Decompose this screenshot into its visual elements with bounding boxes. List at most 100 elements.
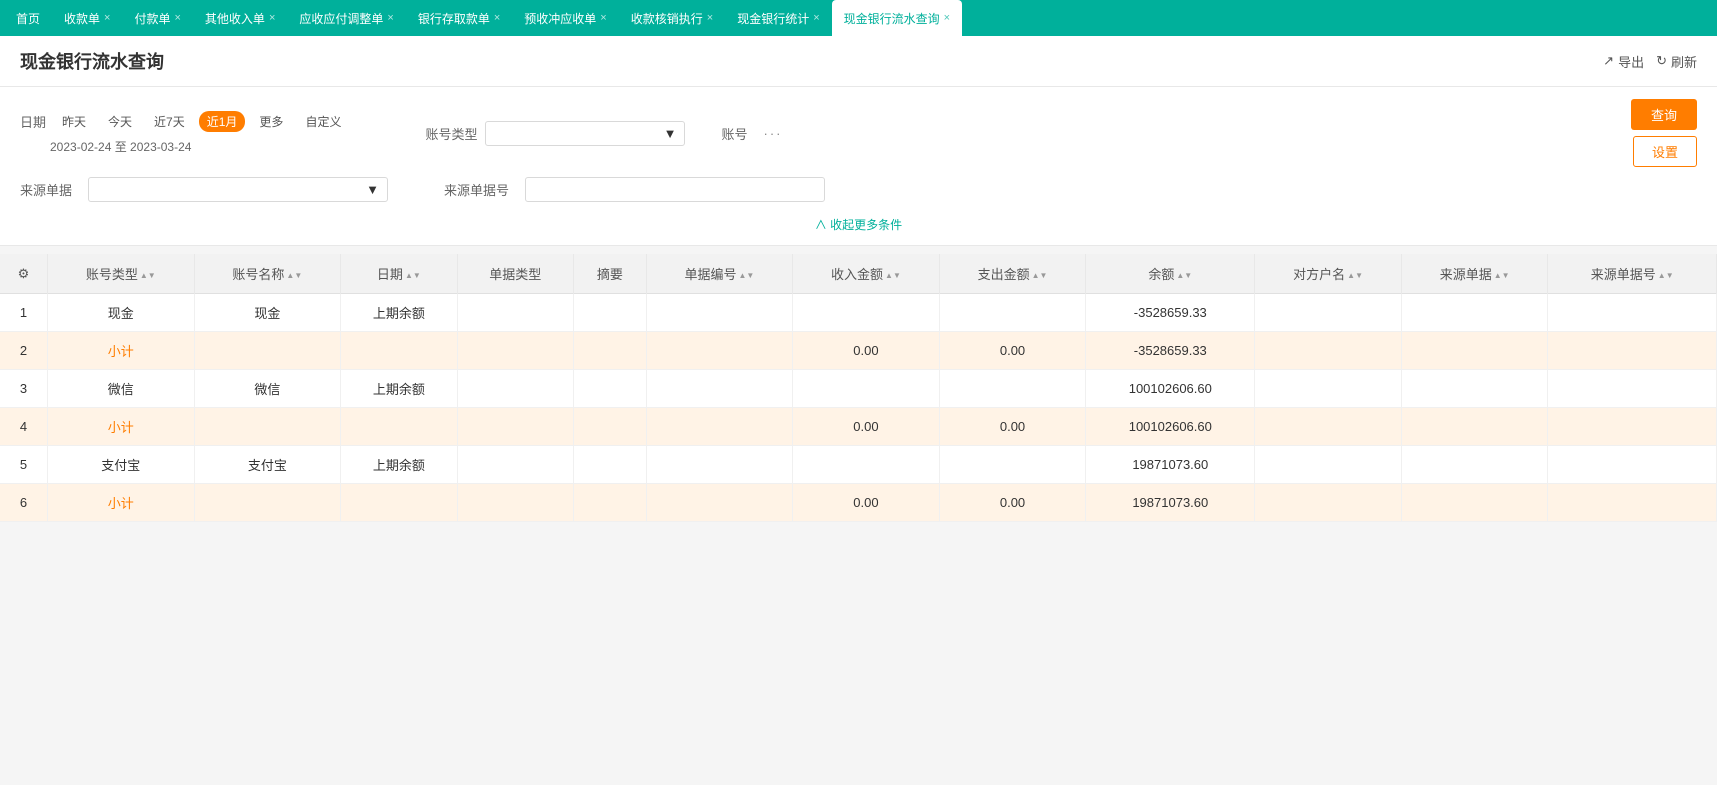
table-row: 2小计0.000.00-3528659.33: [0, 332, 1717, 370]
date-filter-group: 日期 昨天 今天 近7天 近1月 更多 自定义 2023-02-24 至 202…: [20, 111, 349, 155]
nav-tab-verify[interactable]: 收款核销执行 ×: [619, 0, 725, 36]
close-icon[interactable]: ×: [494, 12, 500, 24]
nav-tab-advance[interactable]: 预收冲应收单 ×: [512, 0, 618, 36]
header-actions: ↗ 导出 ↻ 刷新: [1603, 52, 1697, 71]
date-btn-1month[interactable]: 近1月: [199, 111, 246, 132]
cell-expense: 0.00: [939, 484, 1086, 522]
source-doc-group: 来源单据 ▼: [20, 177, 388, 202]
cell-balance: 100102606.60: [1086, 408, 1255, 446]
cell-source-doc: [1401, 332, 1548, 370]
cell-account-name: 现金: [194, 294, 341, 332]
cell-source-doc-no: [1548, 484, 1717, 522]
close-icon[interactable]: ×: [813, 12, 819, 24]
cell-source-doc: [1401, 370, 1548, 408]
source-doc-num-group: 来源单据号: [444, 177, 825, 202]
cell-account-type: 现金: [48, 294, 195, 332]
nav-tab-stats[interactable]: 现金银行统计 ×: [725, 0, 831, 36]
filter-row-1: 日期 昨天 今天 近7天 近1月 更多 自定义 2023-02-24 至 202…: [20, 99, 1697, 167]
col-account-type[interactable]: 账号类型▲▼: [48, 254, 195, 294]
cell-account-name: [194, 408, 341, 446]
cell-doc-type: [457, 484, 573, 522]
nav-tab-home[interactable]: 首页: [4, 0, 52, 36]
close-icon[interactable]: ×: [269, 12, 275, 24]
chevron-down-icon: ▼: [366, 182, 379, 197]
account-type-select[interactable]: ▼: [485, 121, 685, 146]
cell-doc-no: [646, 446, 793, 484]
cell-account-name: [194, 484, 341, 522]
date-btn-today[interactable]: 今天: [100, 111, 140, 132]
close-icon[interactable]: ×: [174, 12, 180, 24]
col-expense[interactable]: 支出金额▲▼: [939, 254, 1086, 294]
action-buttons: 查询 设置: [1631, 99, 1697, 167]
date-btn-yesterday[interactable]: 昨天: [54, 111, 94, 132]
setting-button[interactable]: 设置: [1633, 136, 1697, 167]
cell-summary: [574, 408, 647, 446]
cell-balance: -3528659.33: [1086, 294, 1255, 332]
close-icon[interactable]: ×: [707, 12, 713, 24]
col-doc-type: 单据类型: [457, 254, 573, 294]
data-table-wrapper: ⚙ 账号类型▲▼ 账号名称▲▼ 日期▲▼ 单据类型 摘要 单据编号▲▼ 收入金额…: [0, 254, 1717, 522]
col-counterpart[interactable]: 对方户名▲▼: [1255, 254, 1402, 294]
nav-tab-cashflow[interactable]: 现金银行流水查询 ×: [832, 0, 962, 36]
col-balance[interactable]: 余额▲▼: [1086, 254, 1255, 294]
date-btn-7days[interactable]: 近7天: [146, 111, 193, 132]
cell-date: 上期余额: [341, 446, 457, 484]
col-date[interactable]: 日期▲▼: [341, 254, 457, 294]
filter-area: 日期 昨天 今天 近7天 近1月 更多 自定义 2023-02-24 至 202…: [0, 87, 1717, 246]
row-number: 1: [0, 294, 48, 332]
date-btn-custom[interactable]: 自定义: [297, 111, 349, 132]
col-source-doc[interactable]: 来源单据▲▼: [1401, 254, 1548, 294]
col-source-doc-no[interactable]: 来源单据号▲▼: [1548, 254, 1717, 294]
sort-icon: ▲▼: [405, 271, 421, 280]
cell-summary: [574, 332, 647, 370]
refresh-button[interactable]: ↻ 刷新: [1656, 52, 1697, 71]
source-doc-label: 来源单据: [20, 180, 72, 199]
chevron-down-icon: ▼: [664, 126, 677, 141]
source-doc-num-input[interactable]: [525, 177, 825, 202]
nav-tab-receipt[interactable]: 收款单 ×: [52, 0, 122, 36]
account-type-group: 账号类型 ▼: [425, 121, 685, 146]
nav-tab-other-income[interactable]: 其他收入单 ×: [193, 0, 287, 36]
cell-expense: [939, 370, 1086, 408]
date-btn-more[interactable]: 更多: [251, 111, 291, 132]
cell-date: [341, 408, 457, 446]
data-table: ⚙ 账号类型▲▼ 账号名称▲▼ 日期▲▼ 单据类型 摘要 单据编号▲▼ 收入金额…: [0, 254, 1717, 522]
cell-doc-no: [646, 484, 793, 522]
cell-account-name: 支付宝: [194, 446, 341, 484]
table-header-row: ⚙ 账号类型▲▼ 账号名称▲▼ 日期▲▼ 单据类型 摘要 单据编号▲▼ 收入金额…: [0, 254, 1717, 294]
cell-expense: 0.00: [939, 332, 1086, 370]
more-options-icon[interactable]: ···: [763, 126, 782, 141]
cell-balance: 19871073.60: [1086, 484, 1255, 522]
source-doc-select[interactable]: ▼: [88, 177, 388, 202]
cell-account-type: 小计: [48, 484, 195, 522]
cell-source-doc-no: [1548, 294, 1717, 332]
source-doc-num-label: 来源单据号: [444, 180, 509, 199]
table-row: 6小计0.000.0019871073.60: [0, 484, 1717, 522]
close-icon[interactable]: ×: [944, 12, 950, 24]
cell-summary: [574, 370, 647, 408]
col-income[interactable]: 收入金额▲▼: [793, 254, 940, 294]
close-icon[interactable]: ×: [600, 12, 606, 24]
close-icon[interactable]: ×: [387, 12, 393, 24]
close-icon[interactable]: ×: [104, 12, 110, 24]
cell-account-type: 小计: [48, 408, 195, 446]
col-doc-no[interactable]: 单据编号▲▼: [646, 254, 793, 294]
sort-icon: ▲▼: [1494, 271, 1510, 280]
cell-doc-type: [457, 370, 573, 408]
cell-counterpart: [1255, 370, 1402, 408]
cell-counterpart: [1255, 446, 1402, 484]
nav-tab-payment[interactable]: 付款单 ×: [122, 0, 192, 36]
collapse-bar[interactable]: ∧ 收起更多条件: [20, 212, 1697, 237]
query-button[interactable]: 查询: [1631, 99, 1697, 130]
row-number: 4: [0, 408, 48, 446]
cell-summary: [574, 484, 647, 522]
nav-tab-bank[interactable]: 银行存取款单 ×: [406, 0, 512, 36]
cell-income: 0.00: [793, 484, 940, 522]
col-settings[interactable]: ⚙: [0, 254, 48, 294]
export-button[interactable]: ↗ 导出: [1603, 52, 1644, 71]
table-row: 1现金现金上期余额-3528659.33: [0, 294, 1717, 332]
row-number: 2: [0, 332, 48, 370]
col-account-name[interactable]: 账号名称▲▼: [194, 254, 341, 294]
nav-tab-adjustment[interactable]: 应收应付调整单 ×: [287, 0, 405, 36]
cell-account-type: 微信: [48, 370, 195, 408]
